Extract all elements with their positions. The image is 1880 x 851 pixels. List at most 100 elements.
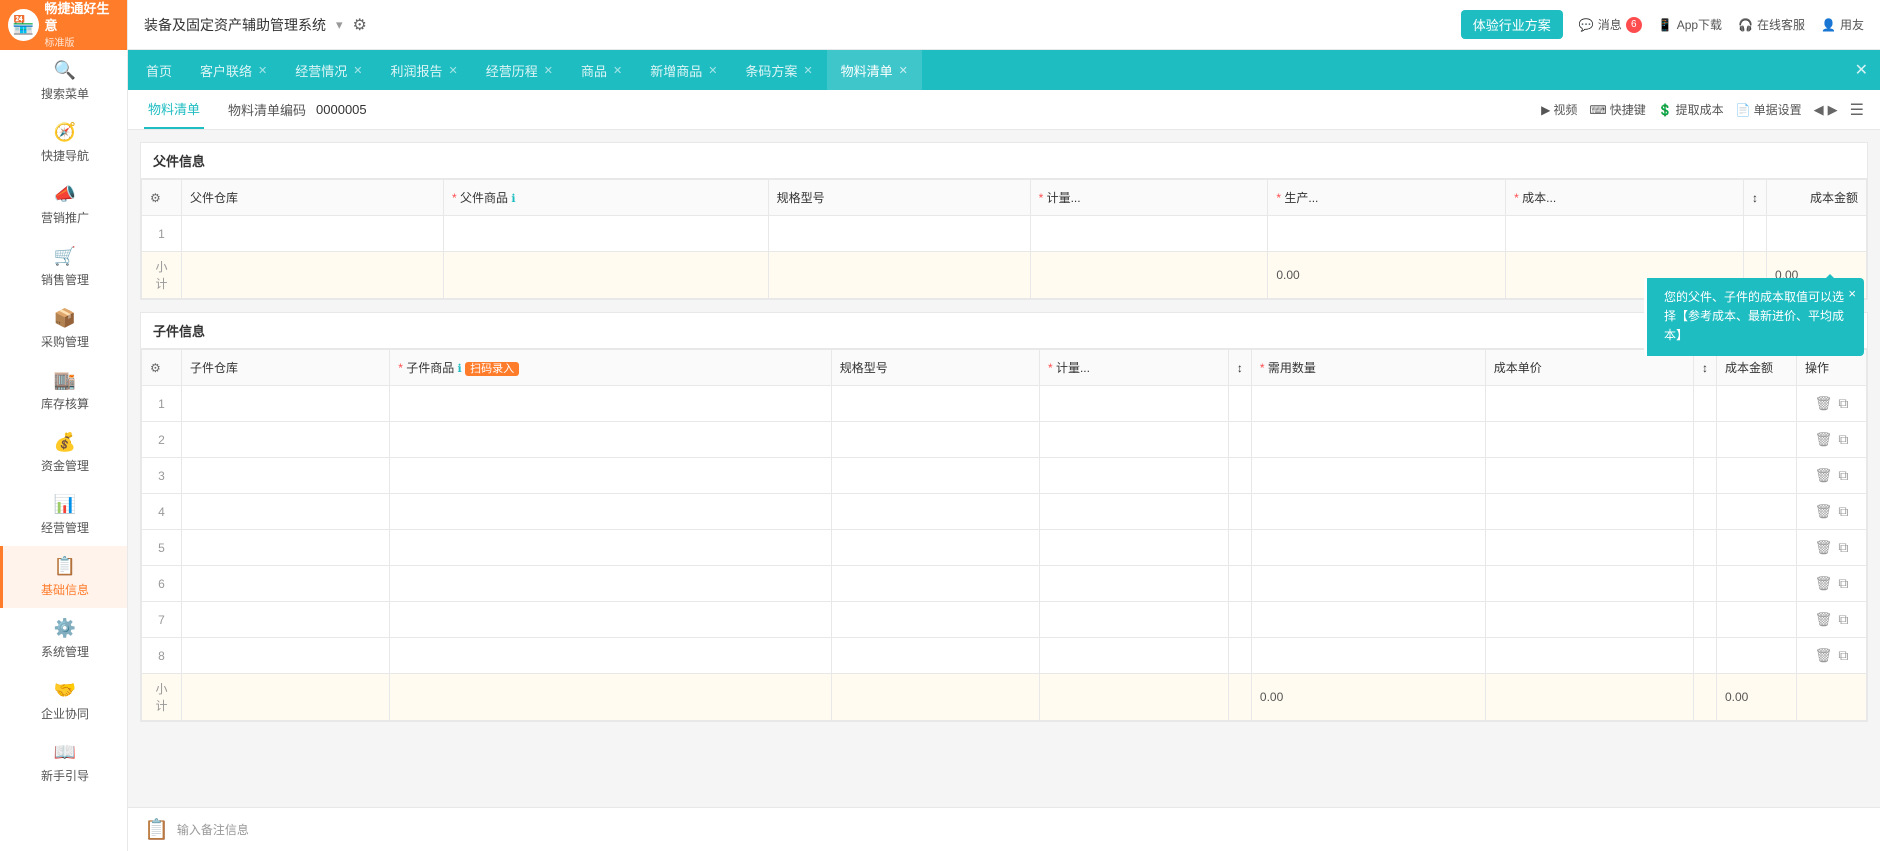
- copy-icon-4[interactable]: ⧉: [1838, 503, 1848, 520]
- child-cell-goods-5[interactable]: [390, 530, 832, 566]
- next-arrow[interactable]: ▶: [1828, 102, 1838, 118]
- child-cell-unit-4[interactable]: [1039, 494, 1228, 530]
- child-cell-goods-7[interactable]: [390, 602, 832, 638]
- child-cell-qty-6[interactable]: [1251, 566, 1485, 602]
- child-cell-qty-7[interactable]: [1251, 602, 1485, 638]
- sidebar-item-operations[interactable]: 📊 经营管理: [0, 484, 127, 546]
- child-cell-warehouse-7[interactable]: [182, 602, 390, 638]
- parent-cell-unit[interactable]: [1030, 216, 1268, 252]
- tab-operations-close[interactable]: ✕: [353, 64, 362, 77]
- sidebar-item-inventory[interactable]: 🏬 库存核算: [0, 360, 127, 422]
- delete-icon-4[interactable]: 🗑: [1815, 503, 1833, 520]
- tab-goods[interactable]: 商品 ✕: [567, 50, 636, 90]
- parent-cell-goods[interactable]: [443, 216, 768, 252]
- child-cell-spec-2[interactable]: [831, 422, 1039, 458]
- tab-customer[interactable]: 客户联络 ✕: [186, 50, 281, 90]
- child-cell-qty-5[interactable]: [1251, 530, 1485, 566]
- tab-history-close[interactable]: ✕: [544, 64, 553, 77]
- child-cell-warehouse-6[interactable]: [182, 566, 390, 602]
- child-cell-unit-2[interactable]: [1039, 422, 1228, 458]
- sidebar-item-sales[interactable]: 🛒 销售管理: [0, 236, 127, 298]
- copy-icon-2[interactable]: ⧉: [1838, 431, 1848, 448]
- tab-barcode-close[interactable]: ✕: [803, 64, 812, 77]
- app-download-button[interactable]: 📱 App下载: [1658, 16, 1722, 33]
- tab-home[interactable]: 首页: [132, 50, 186, 90]
- sidebar-item-purchase[interactable]: 📦 采购管理: [0, 298, 127, 360]
- child-cell-unit-6[interactable]: [1039, 566, 1228, 602]
- parent-cell-warehouse[interactable]: [182, 216, 444, 252]
- child-cell-spec-6[interactable]: [831, 566, 1039, 602]
- child-cell-unit-cost-1[interactable]: [1485, 386, 1693, 422]
- copy-icon-5[interactable]: ⧉: [1838, 539, 1848, 556]
- tab-profit[interactable]: 利润报告 ✕: [376, 50, 471, 90]
- parent-cell-spec[interactable]: [768, 216, 1030, 252]
- child-cell-qty-3[interactable]: [1251, 458, 1485, 494]
- copy-icon-7[interactable]: ⧉: [1838, 611, 1848, 628]
- child-cell-unit-1[interactable]: [1039, 386, 1228, 422]
- child-cell-spec-4[interactable]: [831, 494, 1039, 530]
- parent-cell-production[interactable]: [1268, 216, 1506, 252]
- child-cell-unit-8[interactable]: [1039, 638, 1228, 674]
- tab-history[interactable]: 经营历程 ✕: [472, 50, 567, 90]
- child-cell-unit-cost-4[interactable]: [1485, 494, 1693, 530]
- settings-gear-icon[interactable]: ⚙: [150, 191, 161, 205]
- tab-new-goods[interactable]: 新增商品 ✕: [636, 50, 731, 90]
- parent-col-settings[interactable]: ⚙: [142, 180, 182, 216]
- delete-icon-2[interactable]: 🗑: [1815, 431, 1833, 448]
- scan-badge[interactable]: 扫码录入: [465, 362, 519, 376]
- sidebar-item-quick[interactable]: 🧭 快捷导航: [0, 112, 127, 174]
- tab-bom-close[interactable]: ✕: [899, 64, 908, 77]
- child-cell-unit-7[interactable]: [1039, 602, 1228, 638]
- delete-icon-1[interactable]: 🗑: [1815, 395, 1833, 412]
- sidebar-item-enterprise[interactable]: 🤝 企业协同: [0, 670, 127, 732]
- child-cell-warehouse-5[interactable]: [182, 530, 390, 566]
- sub-tab-bom-list[interactable]: 物料清单: [144, 90, 204, 129]
- user-button[interactable]: 👤 用友: [1821, 16, 1864, 33]
- child-cell-qty-8[interactable]: [1251, 638, 1485, 674]
- tab-bom[interactable]: 物料清单 ✕: [827, 50, 922, 90]
- child-cell-spec-1[interactable]: [831, 386, 1039, 422]
- child-cell-warehouse-2[interactable]: [182, 422, 390, 458]
- copy-icon-1[interactable]: ⧉: [1838, 395, 1848, 412]
- close-all-tabs-button[interactable]: ✕: [1847, 60, 1876, 80]
- child-col-settings[interactable]: ⚙: [142, 350, 182, 386]
- sidebar-item-marketing[interactable]: 📣 营销推广: [0, 174, 127, 236]
- delete-icon-5[interactable]: 🗑: [1815, 539, 1833, 556]
- child-cell-goods-1[interactable]: [390, 386, 832, 422]
- sidebar-item-guide[interactable]: 📖 新手引导: [0, 732, 127, 794]
- single-settings-button[interactable]: 📄 单据设置: [1736, 101, 1802, 118]
- delete-icon-3[interactable]: 🗑: [1815, 467, 1833, 484]
- child-cell-spec-5[interactable]: [831, 530, 1039, 566]
- tab-barcode[interactable]: 条码方案 ✕: [731, 50, 826, 90]
- message-button[interactable]: 💬 消息 6: [1579, 16, 1642, 33]
- child-cell-unit-cost-8[interactable]: [1485, 638, 1693, 674]
- tab-goods-close[interactable]: ✕: [613, 64, 622, 77]
- child-cell-unit-cost-7[interactable]: [1485, 602, 1693, 638]
- extract-cost-button[interactable]: 💲 提取成本: [1658, 101, 1724, 118]
- delete-icon-7[interactable]: 🗑: [1815, 611, 1833, 628]
- parent-cell-cost[interactable]: [1506, 216, 1744, 252]
- settings-icon[interactable]: ⚙: [353, 15, 367, 35]
- child-cell-unit-cost-2[interactable]: [1485, 422, 1693, 458]
- child-cell-warehouse-4[interactable]: [182, 494, 390, 530]
- child-cell-spec-7[interactable]: [831, 602, 1039, 638]
- child-settings-gear-icon[interactable]: ⚙: [150, 361, 161, 375]
- child-cell-spec-3[interactable]: [831, 458, 1039, 494]
- child-cell-goods-6[interactable]: [390, 566, 832, 602]
- online-service-button[interactable]: 🎧 在线客服: [1738, 16, 1805, 33]
- child-cell-goods-4[interactable]: [390, 494, 832, 530]
- child-cell-qty-1[interactable]: [1251, 386, 1485, 422]
- shortcut-button[interactable]: ⌨ 快捷键: [1589, 101, 1645, 118]
- copy-icon-3[interactable]: ⧉: [1838, 467, 1848, 484]
- copy-icon-8[interactable]: ⧉: [1838, 647, 1848, 664]
- child-cell-warehouse-1[interactable]: [182, 386, 390, 422]
- menu-icon[interactable]: ☰: [1850, 100, 1864, 120]
- sub-tab-bom-code[interactable]: 物料清单编码: [224, 100, 310, 119]
- sidebar-item-finance[interactable]: 💰 资金管理: [0, 422, 127, 484]
- child-cell-unit-5[interactable]: [1039, 530, 1228, 566]
- child-cell-unit-cost-5[interactable]: [1485, 530, 1693, 566]
- child-cell-goods-3[interactable]: [390, 458, 832, 494]
- copy-icon-6[interactable]: ⧉: [1838, 575, 1848, 592]
- delete-icon-6[interactable]: 🗑: [1815, 575, 1833, 592]
- child-cell-goods-8[interactable]: [390, 638, 832, 674]
